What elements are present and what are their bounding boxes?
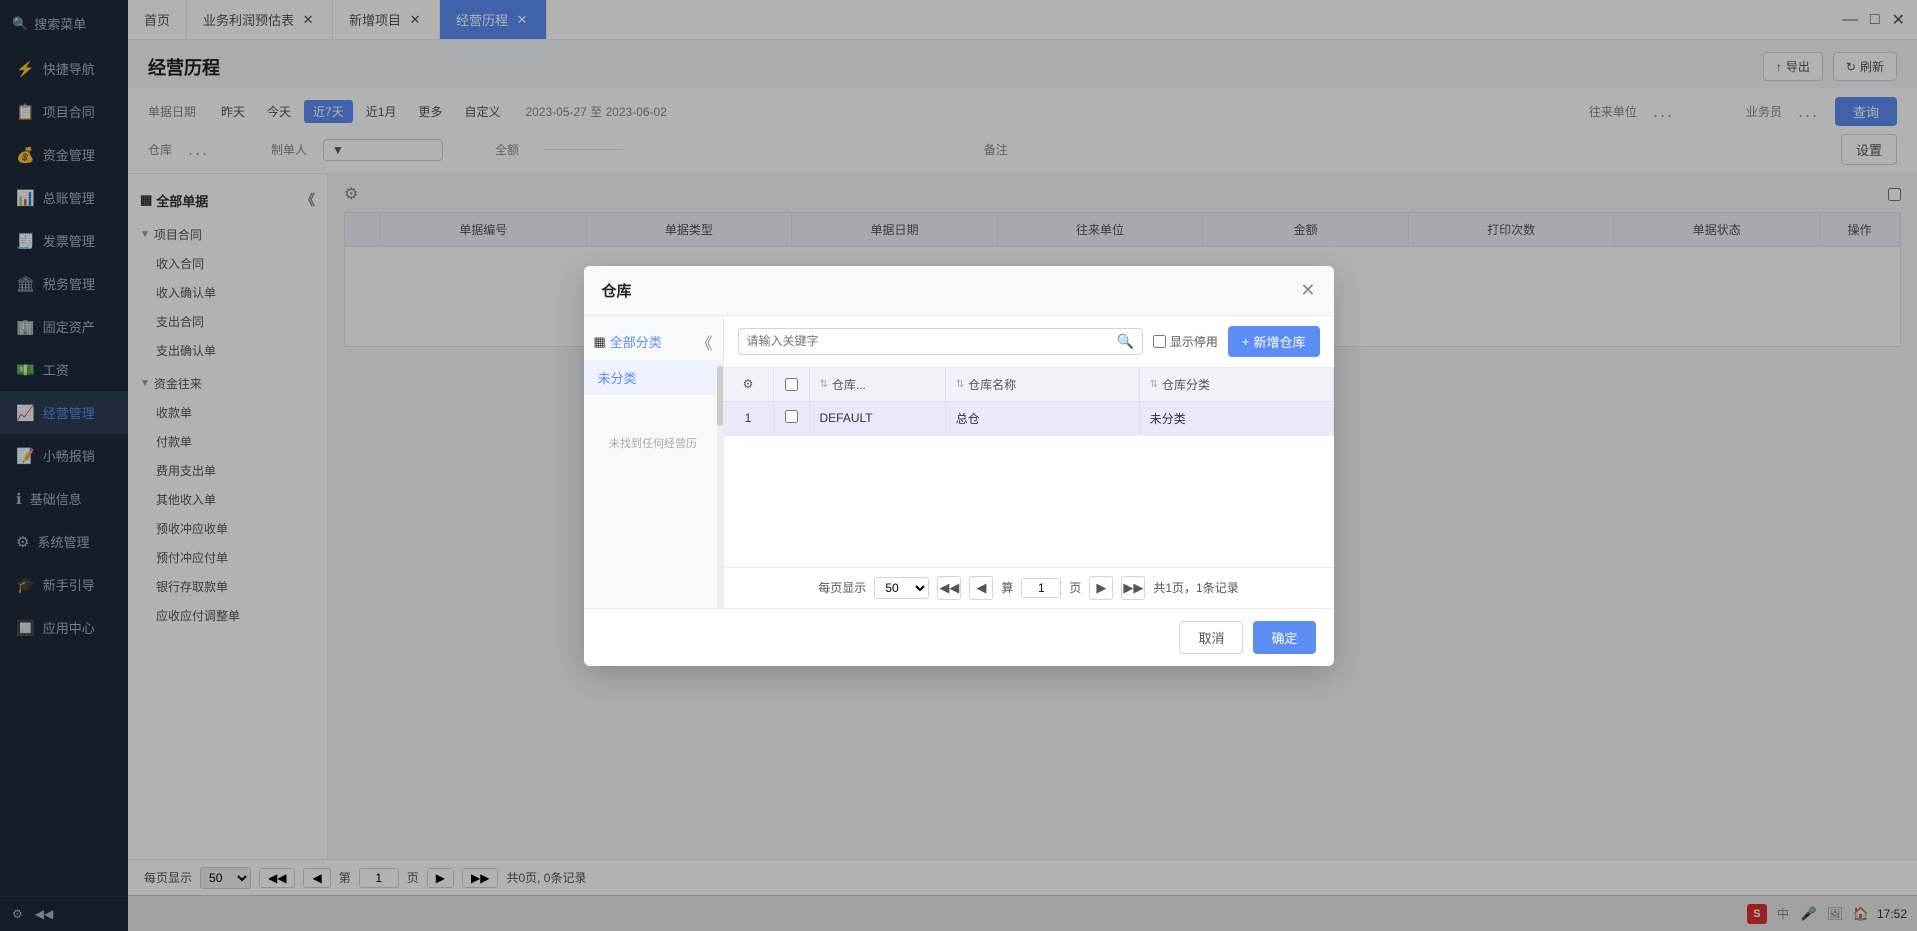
modal-body: ▦ 全部分类 《 未分类 未找到任何经营历 bbox=[584, 316, 1334, 608]
cancel-button[interactable]: 取消 bbox=[1179, 621, 1243, 654]
modal-table: ⚙ ⇅ 仓库... ⇅ 仓库名称 bbox=[724, 368, 1334, 567]
settings-icon-small[interactable]: ⚙ bbox=[743, 377, 754, 391]
modal-search-box[interactable]: 🔍 bbox=[738, 328, 1143, 355]
modal-left-header: ▦ 全部分类 《 bbox=[584, 324, 723, 360]
modal-left-grid-icon: ▦ bbox=[594, 334, 606, 350]
modal-col-idx: ⚙ bbox=[724, 368, 774, 401]
sort-icon-name: ⇅ bbox=[956, 379, 964, 390]
modal-per-page-label: 每页显示 bbox=[818, 579, 866, 596]
modal-search-input[interactable] bbox=[747, 334, 1111, 348]
modal-right-panel: 🔍 显示停用 + 新增仓库 ⚙ bbox=[724, 316, 1334, 608]
modal-col-cat-header: ⇅ 仓库分类 bbox=[1140, 368, 1334, 401]
modal-left-scrollbar-thumb[interactable] bbox=[717, 366, 723, 426]
modal-page-unit: 页 bbox=[1069, 579, 1081, 596]
modal-title: 仓库 bbox=[602, 280, 632, 301]
modal-left-scrollbar[interactable] bbox=[717, 366, 723, 608]
row-code: DEFAULT bbox=[810, 403, 946, 433]
modal-col-code-label: 仓库... bbox=[832, 376, 866, 393]
modal-toolbar: 🔍 显示停用 + 新增仓库 bbox=[724, 316, 1334, 368]
add-label: 新增仓库 bbox=[1253, 332, 1305, 351]
modal-pagination: 每页显示 10 20 50 100 ◀◀ ◀ 算 页 ▶ ▶▶ 共1页，1条记录 bbox=[724, 567, 1334, 608]
add-warehouse-button[interactable]: + 新增仓库 bbox=[1228, 326, 1320, 357]
sort-icon-cat: ⇅ bbox=[1150, 379, 1158, 390]
row-cat-value: 未分类 bbox=[1150, 412, 1186, 426]
modal-category-label: 未分类 bbox=[598, 371, 637, 386]
modal-page-label: 算 bbox=[1001, 579, 1013, 596]
row-chk[interactable] bbox=[774, 402, 810, 434]
row-name-value: 总仓 bbox=[956, 412, 980, 426]
no-record-text: 未找到任何经营历 bbox=[609, 438, 697, 450]
modal-overlay: 仓库 ✕ ▦ 全部分类 《 未分类 未找到任何经营历 bbox=[0, 0, 1917, 931]
add-icon: + bbox=[1242, 334, 1250, 349]
modal-col-code-header: ⇅ 仓库... bbox=[810, 368, 946, 401]
modal-all-category-label[interactable]: 全部分类 bbox=[610, 332, 662, 351]
modal-col-chk bbox=[774, 368, 810, 401]
modal-page-input[interactable] bbox=[1021, 578, 1061, 598]
row-cat: 未分类 bbox=[1140, 402, 1334, 435]
row-code-value: DEFAULT bbox=[820, 411, 873, 425]
show-disabled-label[interactable]: 显示停用 bbox=[1153, 333, 1218, 350]
modal-header: 仓库 ✕ bbox=[584, 266, 1334, 316]
modal-search-icon: 🔍 bbox=[1116, 333, 1133, 350]
modal-close-button[interactable]: ✕ bbox=[1300, 281, 1315, 299]
modal-left-panel: ▦ 全部分类 《 未分类 未找到任何经营历 bbox=[584, 316, 724, 608]
modal-left-category-item[interactable]: 未分类 bbox=[584, 360, 723, 395]
table-row[interactable]: 1 DEFAULT 总仓 未分类 bbox=[724, 402, 1334, 436]
confirm-button[interactable]: 确定 bbox=[1253, 621, 1315, 654]
modal-footer: 取消 确定 bbox=[584, 608, 1334, 666]
show-disabled-checkbox[interactable] bbox=[1153, 335, 1166, 348]
modal-col-cat-label: 仓库分类 bbox=[1162, 376, 1210, 393]
warehouse-modal: 仓库 ✕ ▦ 全部分类 《 未分类 未找到任何经营历 bbox=[584, 266, 1334, 666]
modal-first-page-btn[interactable]: ◀◀ bbox=[937, 576, 961, 600]
modal-table-header: ⚙ ⇅ 仓库... ⇅ 仓库名称 bbox=[724, 368, 1334, 402]
modal-per-page-select[interactable]: 10 20 50 100 bbox=[874, 577, 929, 599]
modal-left-no-record: 未找到任何经营历 bbox=[584, 395, 723, 491]
row-idx: 1 bbox=[724, 403, 774, 433]
modal-select-all[interactable] bbox=[785, 378, 798, 391]
modal-total-text: 共1页，1条记录 bbox=[1153, 579, 1238, 596]
modal-last-page-btn[interactable]: ▶▶ bbox=[1121, 576, 1145, 600]
modal-left-toggle-button[interactable]: 《 bbox=[696, 330, 712, 354]
show-disabled-text: 显示停用 bbox=[1170, 333, 1218, 350]
modal-col-name-label: 仓库名称 bbox=[968, 376, 1016, 393]
modal-prev-page-btn[interactable]: ◀ bbox=[969, 576, 993, 600]
modal-next-page-btn[interactable]: ▶ bbox=[1089, 576, 1113, 600]
sort-icon-code: ⇅ bbox=[820, 379, 828, 390]
modal-col-name-header: ⇅ 仓库名称 bbox=[946, 368, 1140, 401]
row-name: 总仓 bbox=[946, 402, 1140, 435]
row-idx-value: 1 bbox=[745, 411, 752, 425]
row-checkbox[interactable] bbox=[785, 410, 798, 423]
